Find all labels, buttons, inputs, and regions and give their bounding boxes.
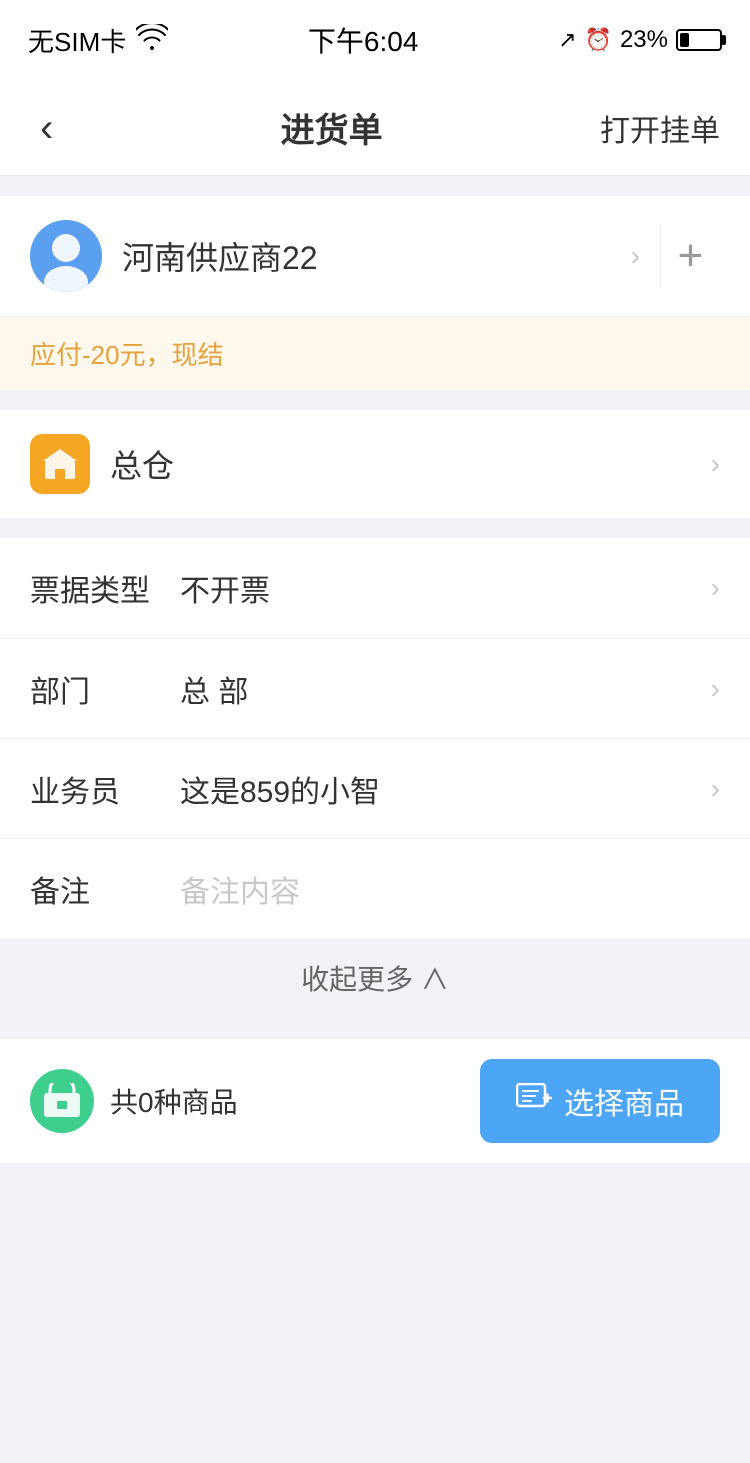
supplier-chevron-icon: ›: [631, 240, 640, 272]
notice-bar: 应付-20元，现结: [0, 317, 750, 390]
invoice-type-chevron-icon: ›: [711, 572, 720, 604]
warehouse-card: 总仓 ›: [0, 410, 750, 518]
select-product-icon: [516, 1083, 552, 1120]
status-left: 无SIM卡: [28, 22, 168, 59]
product-count-icon: [30, 1069, 94, 1133]
status-bar: 无SIM卡 下午6:04 ↗ ⏰ 23%: [0, 0, 750, 80]
page-title: 进货单: [281, 103, 383, 152]
supplier-card: 河南供应商22 › + 应付-20元，现结: [0, 196, 750, 390]
department-chevron-icon: ›: [711, 673, 720, 705]
bottom-bar: 共0种商品 选择商品: [0, 1038, 750, 1163]
salesman-chevron-icon: ›: [711, 773, 720, 805]
battery-icon: [676, 29, 722, 51]
supplier-name: 河南供应商22: [122, 233, 631, 279]
salesman-value: 这是859的小智: [180, 767, 711, 811]
location-icon: ↗: [558, 27, 576, 53]
product-count-text: 共0种商品: [110, 1081, 238, 1121]
wifi-icon: [136, 24, 168, 57]
open-pending-button[interactable]: 打开挂单: [600, 106, 720, 150]
nav-bar: ‹ 进货单 打开挂单: [0, 80, 750, 176]
product-count-area: 共0种商品: [30, 1069, 238, 1133]
warehouse-row[interactable]: 总仓 ›: [0, 410, 750, 518]
collapse-label: 收起更多 ∧: [301, 958, 449, 998]
warehouse-name: 总仓: [110, 441, 711, 487]
department-value: 总 部: [180, 667, 711, 711]
salesman-label: 业务员: [30, 767, 150, 811]
status-time: 下午6:04: [308, 20, 419, 60]
section-gap-3: [0, 518, 750, 538]
form-card: 票据类型 不开票 › 部门 总 部 › 业务员 这是859的小智 › 备注 备注…: [0, 538, 750, 938]
notice-text: 应付-20元，现结: [30, 340, 224, 370]
select-product-label: 选择商品: [564, 1079, 684, 1123]
invoice-type-label: 票据类型: [30, 566, 150, 610]
carrier-label: 无SIM卡: [28, 22, 126, 59]
invoice-type-row[interactable]: 票据类型 不开票 ›: [0, 538, 750, 638]
back-button[interactable]: ‹: [30, 98, 63, 158]
select-product-button[interactable]: 选择商品: [480, 1059, 720, 1143]
alarm-icon: ⏰: [585, 27, 612, 53]
remark-label: 备注: [30, 867, 150, 911]
background-fill: [0, 1163, 750, 1463]
remark-row[interactable]: 备注 备注内容: [0, 838, 750, 938]
department-label: 部门: [30, 667, 150, 711]
invoice-type-value: 不开票: [180, 566, 711, 610]
salesman-row[interactable]: 业务员 这是859的小智 ›: [0, 738, 750, 838]
supplier-row[interactable]: 河南供应商22 › +: [0, 196, 750, 317]
department-row[interactable]: 部门 总 部 ›: [0, 638, 750, 738]
supplier-avatar: [30, 220, 102, 292]
warehouse-chevron-icon: ›: [711, 448, 720, 480]
status-right: ↗ ⏰ 23%: [558, 26, 722, 54]
remark-placeholder[interactable]: 备注内容: [180, 867, 720, 911]
section-gap-4: [0, 1018, 750, 1038]
section-gap-2: [0, 390, 750, 410]
battery-percent: 23%: [620, 26, 668, 54]
section-gap-1: [0, 176, 750, 196]
warehouse-icon: [30, 434, 90, 494]
add-supplier-button[interactable]: +: [660, 226, 720, 286]
collapse-button[interactable]: 收起更多 ∧: [0, 938, 750, 1018]
